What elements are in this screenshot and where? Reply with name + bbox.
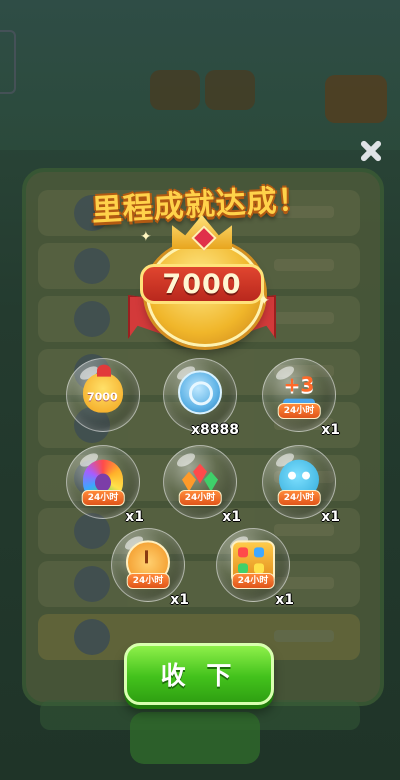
reward-quantity: x1 (321, 422, 340, 438)
collect-button[interactable]: 收 下 (124, 643, 274, 705)
reward-quantity: x1 (321, 509, 340, 525)
background-sign (150, 70, 200, 110)
reward-quantity: x1 (170, 592, 189, 608)
duration-tag: 24小时 (126, 573, 170, 589)
chick-badge-text: 7000 (87, 390, 118, 404)
duration-tag: 24小时 (178, 490, 222, 506)
plus3-text: +3 (283, 372, 315, 397)
close-icon[interactable] (358, 138, 384, 164)
duration-tag: 24小时 (277, 490, 321, 506)
sparkle-icon: ✦ (258, 293, 270, 309)
collect-button-label: 收 下 (160, 661, 238, 690)
background-bottom-button (130, 712, 260, 764)
milestone-medal: 7000 ✦ ✦ (128, 215, 276, 347)
blue-coin-icon (178, 370, 222, 415)
medal-value: 7000 (162, 268, 242, 300)
medal-plaque: 7000 (140, 264, 264, 304)
background-row (38, 561, 360, 607)
reward-quantity: x8888 (191, 422, 239, 438)
duration-tag: 24小时 (277, 403, 321, 419)
reward-gems: 24小时 x1 (163, 445, 241, 525)
reward-quantity: x1 (222, 509, 241, 525)
reward-box: 24小时 x1 (216, 528, 294, 608)
reward-plus3: +3 24小时 x1 (262, 358, 340, 438)
background-chest (325, 75, 387, 123)
reward-coin: x8888 (163, 358, 239, 438)
reward-blob: 24小时 x1 (262, 445, 340, 525)
sparkle-icon: ✦ (140, 229, 152, 245)
game-screen: 里程成就达成！ 7000 ✦ ✦ 7000 x8888 +3 24小时 x1 2… (0, 0, 400, 780)
reward-chick: 7000 (66, 358, 140, 432)
background-side-button (0, 30, 16, 94)
reward-quantity: x1 (275, 592, 294, 608)
background-sign (205, 70, 255, 110)
reward-quantity: x1 (125, 509, 144, 525)
chick-icon: 7000 (83, 364, 123, 413)
duration-tag: 24小时 (81, 490, 125, 506)
reward-clock: 24小时 x1 (111, 528, 189, 608)
reward-peacock: 24小时 x1 (66, 445, 144, 525)
duration-tag: 24小时 (231, 573, 275, 589)
